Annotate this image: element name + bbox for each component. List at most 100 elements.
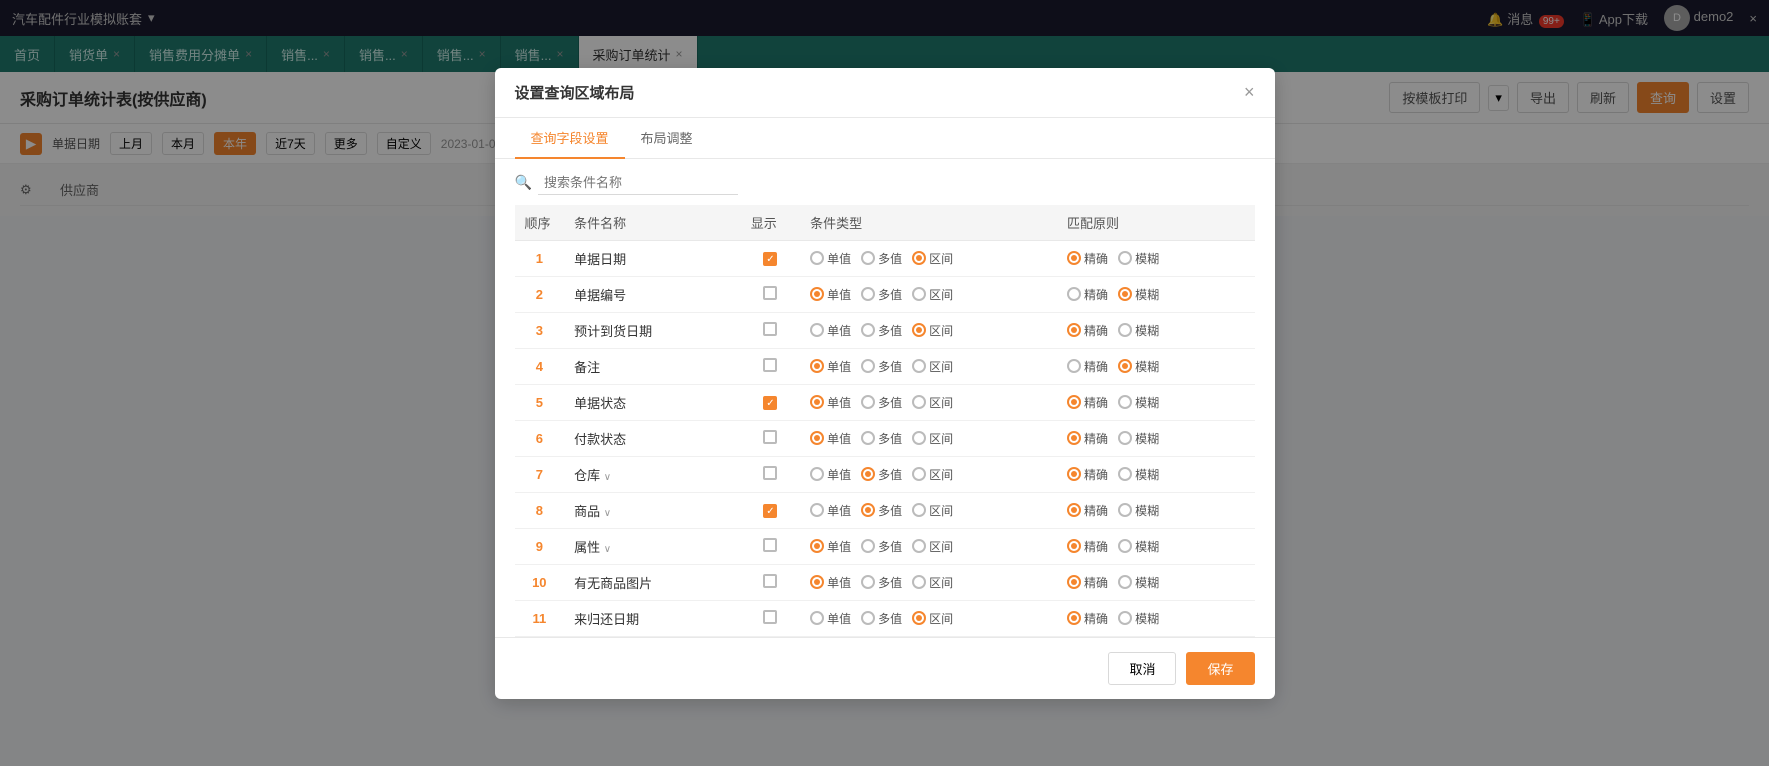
row-type-9: 单值多值区间 xyxy=(800,564,1057,600)
match-label-5-0: 精确 xyxy=(1084,430,1108,447)
radio-circle-6-1 xyxy=(861,467,875,481)
type-option-5-2[interactable]: 区间 xyxy=(912,430,953,447)
type-option-10-1[interactable]: 多值 xyxy=(861,610,902,627)
type-option-4-2[interactable]: 区间 xyxy=(912,394,953,411)
match-option-8-0[interactable]: 精确 xyxy=(1067,538,1108,555)
type-option-2-1[interactable]: 多值 xyxy=(861,322,902,339)
row-order-10: 11 xyxy=(515,600,565,636)
type-option-1-0[interactable]: 单值 xyxy=(810,286,851,303)
row-show-7[interactable]: ✓ xyxy=(741,492,800,528)
type-option-5-1[interactable]: 多值 xyxy=(861,430,902,447)
checkbox-2[interactable] xyxy=(763,322,777,336)
type-option-2-0[interactable]: 单值 xyxy=(810,322,851,339)
row-show-9[interactable] xyxy=(741,564,800,600)
match-option-2-1[interactable]: 模糊 xyxy=(1118,322,1159,339)
header-type: 条件类型 xyxy=(800,205,1057,241)
checkbox-1[interactable] xyxy=(763,286,777,300)
type-option-7-0[interactable]: 单值 xyxy=(810,502,851,519)
match-label-8-0: 精确 xyxy=(1084,538,1108,555)
row-show-5[interactable] xyxy=(741,420,800,456)
match-option-6-0[interactable]: 精确 xyxy=(1067,466,1108,483)
match-option-0-0[interactable]: 精确 xyxy=(1067,250,1108,267)
match-option-2-0[interactable]: 精确 xyxy=(1067,322,1108,339)
table-row: 8商品 ∨✓单值多值区间精确模糊 xyxy=(515,492,1255,528)
match-label-0-1: 模糊 xyxy=(1135,250,1159,267)
row-show-8[interactable] xyxy=(741,528,800,564)
row-show-10[interactable] xyxy=(741,600,800,636)
match-option-3-0[interactable]: 精确 xyxy=(1067,358,1108,375)
type-option-7-2[interactable]: 区间 xyxy=(912,502,953,519)
row-order-8: 9 xyxy=(515,528,565,564)
match-option-0-1[interactable]: 模糊 xyxy=(1118,250,1159,267)
radio-label-8-0: 单值 xyxy=(827,538,851,555)
type-option-3-0[interactable]: 单值 xyxy=(810,358,851,375)
type-option-9-0[interactable]: 单值 xyxy=(810,574,851,591)
type-option-5-0[interactable]: 单值 xyxy=(810,430,851,447)
checkbox-6[interactable] xyxy=(763,466,777,480)
type-option-4-0[interactable]: 单值 xyxy=(810,394,851,411)
match-option-1-0[interactable]: 精确 xyxy=(1067,286,1108,303)
match-option-5-1[interactable]: 模糊 xyxy=(1118,430,1159,447)
checkbox-3[interactable] xyxy=(763,358,777,372)
row-show-1[interactable] xyxy=(741,276,800,312)
row-type-4: 单值多值区间 xyxy=(800,384,1057,420)
type-option-0-1[interactable]: 多值 xyxy=(861,250,902,267)
type-option-6-0[interactable]: 单值 xyxy=(810,466,851,483)
radio-circle-8-2 xyxy=(912,539,926,553)
match-option-6-1[interactable]: 模糊 xyxy=(1118,466,1159,483)
row-order-0: 1 xyxy=(515,240,565,276)
type-option-10-2[interactable]: 区间 xyxy=(912,610,953,627)
type-option-0-0[interactable]: 单值 xyxy=(810,250,851,267)
row-show-3[interactable] xyxy=(741,348,800,384)
match-option-1-1[interactable]: 模糊 xyxy=(1118,286,1159,303)
type-option-3-1[interactable]: 多值 xyxy=(861,358,902,375)
type-option-1-2[interactable]: 区间 xyxy=(912,286,953,303)
checkbox-9[interactable] xyxy=(763,574,777,588)
match-option-10-1[interactable]: 模糊 xyxy=(1118,610,1159,627)
type-option-8-2[interactable]: 区间 xyxy=(912,538,953,555)
row-show-4[interactable]: ✓ xyxy=(741,384,800,420)
match-label-6-1: 模糊 xyxy=(1135,466,1159,483)
type-option-6-1[interactable]: 多值 xyxy=(861,466,902,483)
row-show-2[interactable] xyxy=(741,312,800,348)
checkbox-0[interactable]: ✓ xyxy=(763,252,777,266)
search-input[interactable] xyxy=(538,171,738,195)
type-option-0-2[interactable]: 区间 xyxy=(912,250,953,267)
match-option-10-0[interactable]: 精确 xyxy=(1067,610,1108,627)
checkbox-4[interactable]: ✓ xyxy=(763,396,777,410)
type-option-6-2[interactable]: 区间 xyxy=(912,466,953,483)
type-option-1-1[interactable]: 多值 xyxy=(861,286,902,303)
match-option-8-1[interactable]: 模糊 xyxy=(1118,538,1159,555)
type-option-8-1[interactable]: 多值 xyxy=(861,538,902,555)
match-option-7-1[interactable]: 模糊 xyxy=(1118,502,1159,519)
type-option-4-1[interactable]: 多值 xyxy=(861,394,902,411)
match-option-5-0[interactable]: 精确 xyxy=(1067,430,1108,447)
type-option-8-0[interactable]: 单值 xyxy=(810,538,851,555)
tab-layout-adjust[interactable]: 布局调整 xyxy=(625,118,709,159)
type-option-9-2[interactable]: 区间 xyxy=(912,574,953,591)
match-option-9-0[interactable]: 精确 xyxy=(1067,574,1108,591)
type-option-9-1[interactable]: 多值 xyxy=(861,574,902,591)
type-option-7-1[interactable]: 多值 xyxy=(861,502,902,519)
match-option-4-1[interactable]: 模糊 xyxy=(1118,394,1159,411)
row-show-6[interactable] xyxy=(741,456,800,492)
save-button[interactable]: 保存 xyxy=(1186,652,1254,685)
match-option-7-0[interactable]: 精确 xyxy=(1067,502,1108,519)
checkbox-8[interactable] xyxy=(763,538,777,552)
row-match-4: 精确模糊 xyxy=(1057,384,1254,420)
match-option-4-0[interactable]: 精确 xyxy=(1067,394,1108,411)
cancel-button[interactable]: 取消 xyxy=(1108,652,1176,685)
type-option-2-2[interactable]: 区间 xyxy=(912,322,953,339)
match-circle-4-0 xyxy=(1067,395,1081,409)
checkbox-7[interactable]: ✓ xyxy=(763,504,777,518)
match-option-9-1[interactable]: 模糊 xyxy=(1118,574,1159,591)
table-row: 7仓库 ∨单值多值区间精确模糊 xyxy=(515,456,1255,492)
type-option-3-2[interactable]: 区间 xyxy=(912,358,953,375)
row-show-0[interactable]: ✓ xyxy=(741,240,800,276)
type-option-10-0[interactable]: 单值 xyxy=(810,610,851,627)
checkbox-10[interactable] xyxy=(763,610,777,624)
checkbox-5[interactable] xyxy=(763,430,777,444)
modal-close-button[interactable]: × xyxy=(1244,82,1255,103)
tab-field-settings[interactable]: 查询字段设置 xyxy=(515,118,625,159)
match-option-3-1[interactable]: 模糊 xyxy=(1118,358,1159,375)
